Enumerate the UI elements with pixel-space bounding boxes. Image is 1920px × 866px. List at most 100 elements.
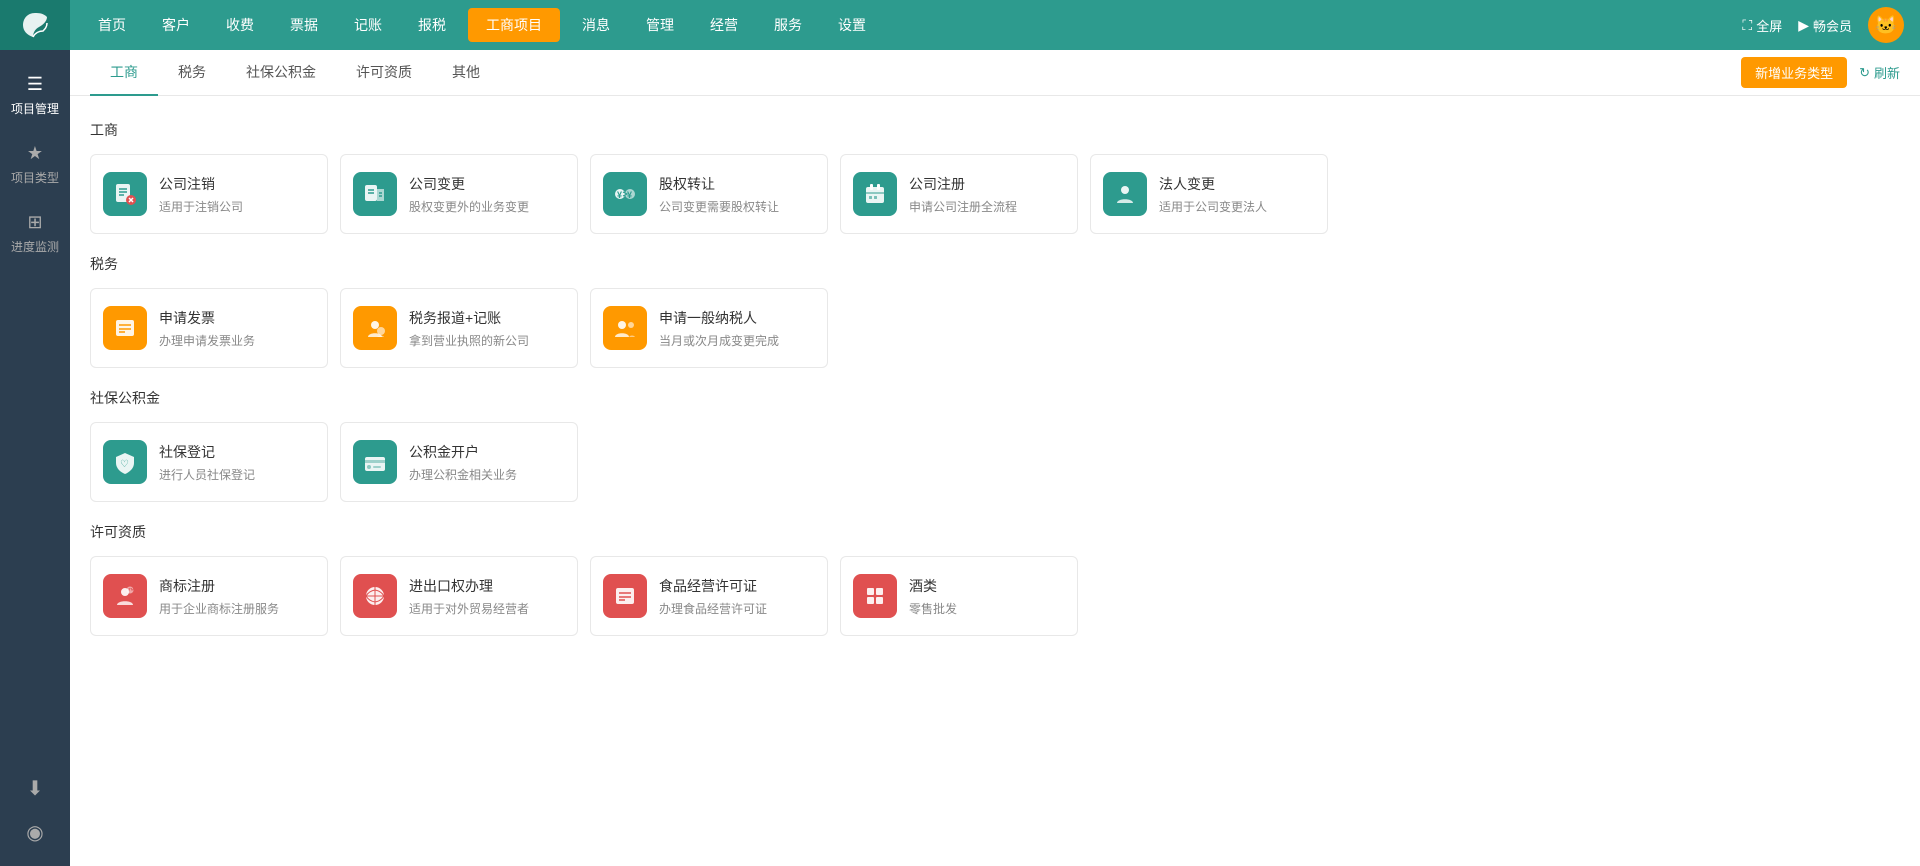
section-title-tax: 税务 bbox=[90, 254, 1900, 274]
fullscreen-button[interactable]: ⛶ 全屏 bbox=[1742, 16, 1782, 35]
import-export-desc: 适用于对外贸易经营者 bbox=[409, 600, 529, 617]
company-change-desc: 股权变更外的业务变更 bbox=[409, 198, 529, 215]
nav-settings[interactable]: 设置 bbox=[820, 0, 884, 50]
sidebar-item-progress[interactable]: ⊞ 进度监测 bbox=[0, 198, 70, 267]
company-cancel-name: 公司注销 bbox=[159, 174, 243, 194]
nav-service[interactable]: 服务 bbox=[756, 0, 820, 50]
nav-report[interactable]: 报税 bbox=[400, 0, 464, 50]
nav-fee[interactable]: 收费 bbox=[208, 0, 272, 50]
liquor-info: 酒类 零售批发 bbox=[909, 576, 957, 617]
card-company-cancel[interactable]: 公司注销 适用于注销公司 bbox=[90, 154, 328, 234]
provident-fund-icon bbox=[353, 440, 397, 484]
equity-transfer-icon: ¥ ¥ bbox=[603, 172, 647, 216]
trademark-icon: ™ bbox=[103, 574, 147, 618]
general-taxpayer-icon bbox=[603, 306, 647, 350]
trademark-name: 商标注册 bbox=[159, 576, 279, 596]
project-type-icon: ★ bbox=[23, 141, 47, 165]
nav-home[interactable]: 首页 bbox=[80, 0, 144, 50]
sidebar-bottom: ⬇ ◉ bbox=[17, 770, 53, 850]
social-cards: ♡ 社保登记 进行人员社保登记 bbox=[90, 422, 1900, 502]
tab-other[interactable]: 其他 bbox=[432, 50, 500, 96]
company-register-icon bbox=[853, 172, 897, 216]
progress-icon: ⊞ bbox=[23, 210, 47, 234]
legal-change-info: 法人变更 适用于公司变更法人 bbox=[1159, 174, 1267, 215]
company-cancel-info: 公司注销 适用于注销公司 bbox=[159, 174, 243, 215]
tab-industrial[interactable]: 工商 bbox=[90, 50, 158, 96]
company-change-info: 公司变更 股权变更外的业务变更 bbox=[409, 174, 529, 215]
sidebar-item-project-management[interactable]: ☰ 项目管理 bbox=[0, 60, 70, 129]
card-tax-report[interactable]: 税务报道+记账 拿到营业执照的新公司 bbox=[340, 288, 578, 368]
social-security-icon: ♡ bbox=[103, 440, 147, 484]
card-liquor[interactable]: 酒类 零售批发 bbox=[840, 556, 1078, 636]
download-icon[interactable]: ⬇ bbox=[17, 770, 53, 806]
refresh-button[interactable]: ↻ 刷新 bbox=[1859, 63, 1900, 82]
card-company-change[interactable]: 公司变更 股权变更外的业务变更 bbox=[340, 154, 578, 234]
tax-report-icon bbox=[353, 306, 397, 350]
svg-text:™: ™ bbox=[128, 588, 135, 595]
import-export-info: 进出口权办理 适用于对外贸易经营者 bbox=[409, 576, 529, 617]
social-security-name: 社保登记 bbox=[159, 442, 255, 462]
industrial-cards: 公司注销 适用于注销公司 bbox=[90, 154, 1900, 234]
card-company-register[interactable]: 公司注册 申请公司注册全流程 bbox=[840, 154, 1078, 234]
nav-manage[interactable]: 管理 bbox=[628, 0, 692, 50]
card-social-security[interactable]: ♡ 社保登记 进行人员社保登记 bbox=[90, 422, 328, 502]
project-management-icon: ☰ bbox=[23, 72, 47, 96]
liquor-name: 酒类 bbox=[909, 576, 957, 596]
apply-invoice-desc: 办理申请发票业务 bbox=[159, 332, 255, 349]
section-title-social: 社保公积金 bbox=[90, 388, 1900, 408]
card-apply-invoice[interactable]: 申请发票 办理申请发票业务 bbox=[90, 288, 328, 368]
trademark-info: 商标注册 用于企业商标注册服务 bbox=[159, 576, 279, 617]
card-trademark[interactable]: ™ 商标注册 用于企业商标注册服务 bbox=[90, 556, 328, 636]
section-title-industrial: 工商 bbox=[90, 120, 1900, 140]
card-provident-fund[interactable]: 公积金开户 办理公积金相关业务 bbox=[340, 422, 578, 502]
equity-transfer-desc: 公司变更需要股权转让 bbox=[659, 198, 779, 215]
main-content: 工商 公司注销 bbox=[70, 96, 1920, 866]
tax-report-name: 税务报道+记账 bbox=[409, 308, 529, 328]
provident-fund-desc: 办理公积金相关业务 bbox=[409, 466, 517, 483]
nav-account[interactable]: 记账 bbox=[336, 0, 400, 50]
card-equity-transfer[interactable]: ¥ ¥ 股权转让 公司变更需要股权转让 bbox=[590, 154, 828, 234]
card-general-taxpayer[interactable]: 申请一般纳税人 当月或次月成变更完成 bbox=[590, 288, 828, 368]
card-import-export[interactable]: 进出口权办理 适用于对外贸易经营者 bbox=[340, 556, 578, 636]
nav-ticket[interactable]: 票据 bbox=[272, 0, 336, 50]
content-area: 工商 税务 社保公积金 许可资质 其他 新增业务类型 ↻ 刷新 工商 bbox=[70, 50, 1920, 866]
provident-fund-info: 公积金开户 办理公积金相关业务 bbox=[409, 442, 517, 483]
nav-operation[interactable]: 经营 bbox=[692, 0, 756, 50]
svg-text:♡: ♡ bbox=[120, 459, 129, 470]
liquor-icon bbox=[853, 574, 897, 618]
sidebar: ☰ 项目管理 ★ 项目类型 ⊞ 进度监测 ⬇ ◉ bbox=[0, 50, 70, 866]
nav-industrial[interactable]: 工商项目 bbox=[468, 8, 560, 42]
card-food-license[interactable]: 食品经营许可证 办理食品经营许可证 bbox=[590, 556, 828, 636]
refresh-icon: ↻ bbox=[1859, 65, 1870, 81]
food-license-desc: 办理食品经营许可证 bbox=[659, 600, 767, 617]
main-layout: ☰ 项目管理 ★ 项目类型 ⊞ 进度监测 ⬇ ◉ 工商 税务 社保公积金 许可资… bbox=[0, 50, 1920, 866]
sidebar-item-project-type[interactable]: ★ 项目类型 bbox=[0, 129, 70, 198]
location-icon[interactable]: ◉ bbox=[17, 814, 53, 850]
import-export-name: 进出口权办理 bbox=[409, 576, 529, 596]
top-navigation: 首页 客户 收费 票据 记账 报税 工商项目 消息 管理 经营 服务 设置 ⛶ … bbox=[0, 0, 1920, 50]
legal-change-icon bbox=[1103, 172, 1147, 216]
nav-message[interactable]: 消息 bbox=[564, 0, 628, 50]
legal-change-desc: 适用于公司变更法人 bbox=[1159, 198, 1267, 215]
license-cards: ™ 商标注册 用于企业商标注册服务 bbox=[90, 556, 1900, 636]
food-license-name: 食品经营许可证 bbox=[659, 576, 767, 596]
svg-text:¥: ¥ bbox=[617, 190, 622, 200]
liquor-desc: 零售批发 bbox=[909, 600, 957, 617]
card-legal-change[interactable]: 法人变更 适用于公司变更法人 bbox=[1090, 154, 1328, 234]
company-register-name: 公司注册 bbox=[909, 174, 1017, 194]
vip-button[interactable]: ▶ 畅会员 bbox=[1798, 16, 1852, 35]
equity-transfer-info: 股权转让 公司变更需要股权转让 bbox=[659, 174, 779, 215]
nav-customer[interactable]: 客户 bbox=[144, 0, 208, 50]
apply-invoice-name: 申请发票 bbox=[159, 308, 255, 328]
food-license-icon bbox=[603, 574, 647, 618]
tab-social[interactable]: 社保公积金 bbox=[226, 50, 336, 96]
tab-license[interactable]: 许可资质 bbox=[336, 50, 432, 96]
company-cancel-icon bbox=[103, 172, 147, 216]
company-change-name: 公司变更 bbox=[409, 174, 529, 194]
company-cancel-desc: 适用于注销公司 bbox=[159, 198, 243, 215]
tab-tax[interactable]: 税务 bbox=[158, 50, 226, 96]
social-security-info: 社保登记 进行人员社保登记 bbox=[159, 442, 255, 483]
user-avatar[interactable]: 🐱 bbox=[1868, 7, 1904, 43]
import-export-icon bbox=[353, 574, 397, 618]
add-type-button[interactable]: 新增业务类型 bbox=[1741, 57, 1847, 88]
